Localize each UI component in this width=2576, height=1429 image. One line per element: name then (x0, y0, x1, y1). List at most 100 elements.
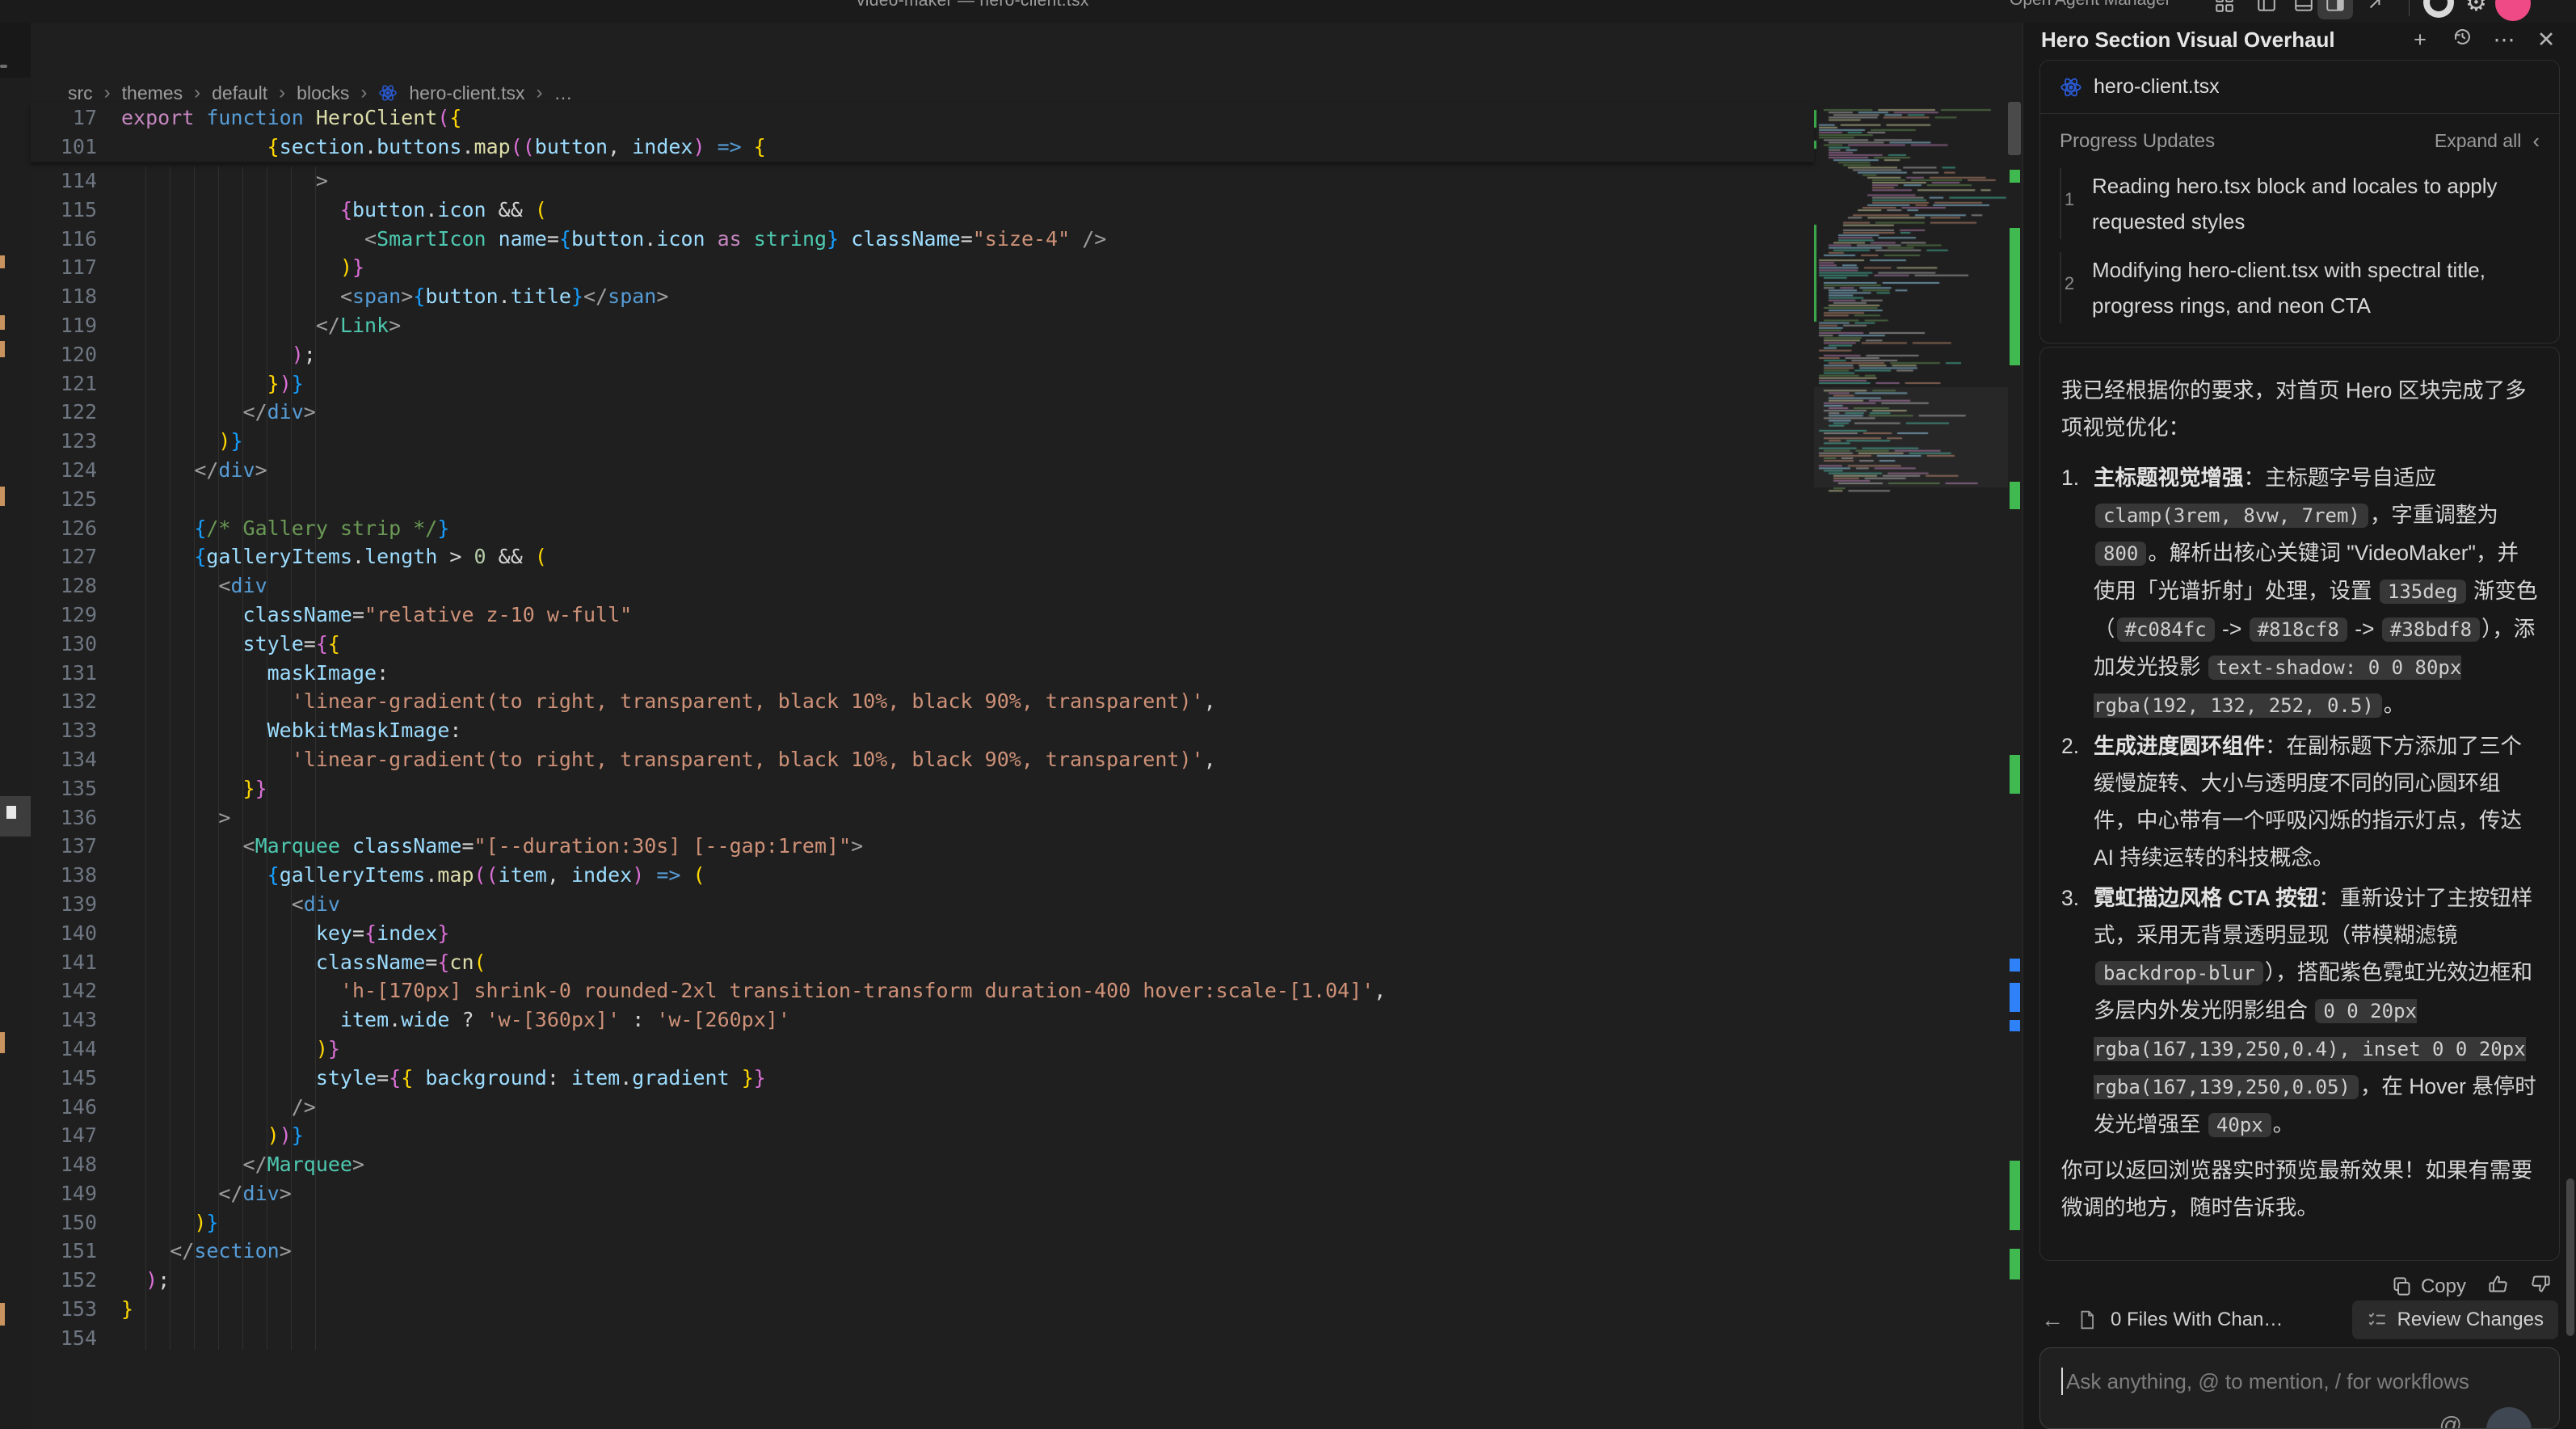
code-line[interactable]: 136 > (31, 803, 1814, 833)
breadcrumb[interactable]: src › themes › default › blocks › hero-client.ts… (68, 79, 573, 107)
line-number[interactable]: 137 (31, 832, 97, 861)
code-line[interactable]: 126 {/* Gallery strip */} (31, 514, 1814, 543)
code-line[interactable]: 114 > (31, 167, 1814, 196)
toggle-secondary-sidebar-icon[interactable] (2325, 0, 2352, 20)
agent-manager-label[interactable]: Open Agent Manager (2010, 0, 2171, 10)
thumbs-up-icon[interactable] (2487, 1273, 2509, 1300)
copilot-icon[interactable] (2423, 0, 2454, 18)
code-line[interactable]: 115 {button.icon && ( (31, 196, 1814, 225)
line-number[interactable]: 17 (31, 103, 97, 133)
code-line[interactable]: 147 ))} (31, 1121, 1814, 1150)
progress-item[interactable]: 2 Modifying hero-client.tsx with spectral… (2060, 252, 2540, 324)
line-number[interactable]: 141 (31, 948, 97, 977)
line-number[interactable]: 153 (31, 1295, 97, 1324)
line-number[interactable]: 101 (31, 133, 97, 162)
grid-layout-icon[interactable] (2214, 0, 2241, 20)
line-number[interactable]: 130 (31, 630, 97, 659)
code-line[interactable]: 121 })} (31, 369, 1814, 398)
line-number[interactable]: 128 (31, 571, 97, 601)
code-line[interactable]: 120 ); (31, 340, 1814, 369)
customize-layout-icon[interactable] (2364, 0, 2392, 20)
line-number[interactable]: 140 (31, 919, 97, 948)
code-line[interactable]: 144 )} (31, 1035, 1814, 1064)
code-line[interactable]: 122 </div> (31, 398, 1814, 427)
code-line[interactable]: 132 'linear-gradient(to right, transpare… (31, 687, 1814, 716)
code-line[interactable]: 125 (31, 485, 1814, 514)
code-line[interactable]: 146 /> (31, 1093, 1814, 1122)
code-line[interactable]: 139 <div (31, 890, 1814, 919)
context-file-row[interactable]: hero-client.tsx (2040, 61, 2559, 113)
code-line[interactable]: 123 )} (31, 427, 1814, 456)
line-number[interactable]: 124 (31, 456, 97, 485)
breadcrumb-item[interactable]: hero-client.tsx (409, 82, 524, 104)
code-line[interactable]: 133 WebkitMaskImage: (31, 716, 1814, 745)
line-number[interactable]: 114 (31, 167, 97, 196)
line-number[interactable]: 134 (31, 745, 97, 774)
line-number[interactable]: 150 (31, 1208, 97, 1237)
line-number[interactable]: 123 (31, 427, 97, 456)
line-number[interactable]: 149 (31, 1179, 97, 1208)
sticky-scroll[interactable]: 17 export function HeroClient({101 {secti… (31, 103, 1814, 162)
review-changes-button[interactable]: Review Changes (2351, 1300, 2558, 1340)
line-number[interactable]: 116 (31, 225, 97, 254)
code-line[interactable]: 134 'linear-gradient(to right, transpare… (31, 745, 1814, 774)
breadcrumb-item[interactable]: blocks (297, 82, 349, 104)
code-line[interactable]: 17 export function HeroClient({ (31, 103, 1814, 133)
code-line[interactable]: 140 key={index} (31, 919, 1814, 948)
line-number[interactable]: 126 (31, 514, 97, 543)
code-line[interactable]: 129 className="relative z-10 w-full" (31, 601, 1814, 630)
toggle-sidebar-icon[interactable] (2256, 0, 2283, 20)
line-number[interactable]: 131 (31, 659, 97, 688)
line-number[interactable]: 117 (31, 253, 97, 282)
line-number[interactable]: 145 (31, 1064, 97, 1093)
code-area[interactable]: 114 >115 {button.icon && (116 <SmartIcon… (31, 167, 1814, 1353)
code-line[interactable]: 124 </div> (31, 456, 1814, 485)
line-number[interactable]: 127 (31, 542, 97, 571)
line-number[interactable]: 138 (31, 861, 97, 890)
panel-scrollbar-thumb[interactable] (2566, 1178, 2574, 1336)
code-line[interactable]: 116 <SmartIcon name={button.icon as stri… (31, 225, 1814, 254)
code-line[interactable]: 130 style={{ (31, 630, 1814, 659)
line-number[interactable]: 122 (31, 398, 97, 427)
line-number[interactable]: 147 (31, 1121, 97, 1150)
line-number[interactable]: 132 (31, 687, 97, 716)
code-line[interactable]: 143 item.wide ? 'w-[360px]' : 'w-[260px]… (31, 1005, 1814, 1035)
expand-all-button[interactable]: Expand all (2435, 130, 2521, 152)
line-number[interactable]: 151 (31, 1237, 97, 1266)
code-line[interactable]: 118 <span>{button.title}</span> (31, 282, 1814, 311)
settings-gear-icon[interactable]: ⚙ (2465, 0, 2487, 17)
collapse-chevron-icon[interactable]: ‹ (2532, 129, 2540, 154)
breadcrumb-item[interactable]: default (212, 82, 267, 104)
line-number[interactable]: 146 (31, 1093, 97, 1122)
account-avatar[interactable] (2495, 0, 2531, 21)
line-number[interactable]: 133 (31, 716, 97, 745)
line-number[interactable]: 120 (31, 340, 97, 369)
code-line[interactable]: 149 </div> (31, 1179, 1814, 1208)
progress-item[interactable]: 1 Reading hero.tsx block and locales to a… (2060, 168, 2540, 240)
line-number[interactable]: 135 (31, 774, 97, 803)
code-line[interactable]: 117 )} (31, 253, 1814, 282)
editor-scrollbar-thumb[interactable] (2008, 102, 2021, 155)
code-line[interactable]: 137 <Marquee className="[--duration:30s]… (31, 832, 1814, 861)
code-line[interactable]: 131 maskImage: (31, 659, 1814, 688)
thumbs-down-icon[interactable] (2530, 1273, 2552, 1300)
code-line[interactable]: 151 </section> (31, 1237, 1814, 1266)
line-number[interactable]: 143 (31, 1005, 97, 1035)
line-number[interactable]: 139 (31, 890, 97, 919)
back-arrow-icon[interactable]: ← (2041, 1307, 2064, 1333)
code-line[interactable]: 119 </Link> (31, 311, 1814, 340)
send-button[interactable] (2486, 1407, 2532, 1429)
breadcrumb-item[interactable]: … (554, 82, 573, 104)
toggle-panel-icon[interactable] (2293, 0, 2321, 20)
code-line[interactable]: 145 style={{ background: item.gradient }… (31, 1064, 1814, 1093)
line-number[interactable]: 119 (31, 311, 97, 340)
panel-close-icon[interactable]: ✕ (2534, 27, 2558, 53)
code-line[interactable]: 150 )} (31, 1208, 1814, 1237)
history-icon[interactable] (2450, 26, 2474, 53)
line-number[interactable]: 142 (31, 976, 97, 1005)
code-line[interactable]: 142 'h-[170px] shrink-0 rounded-2xl tran… (31, 976, 1814, 1005)
panel-more-icon[interactable]: ⋯ (2492, 27, 2516, 53)
line-number[interactable]: 154 (31, 1324, 97, 1353)
breadcrumb-item[interactable]: themes (122, 82, 183, 104)
line-number[interactable]: 129 (31, 601, 97, 630)
